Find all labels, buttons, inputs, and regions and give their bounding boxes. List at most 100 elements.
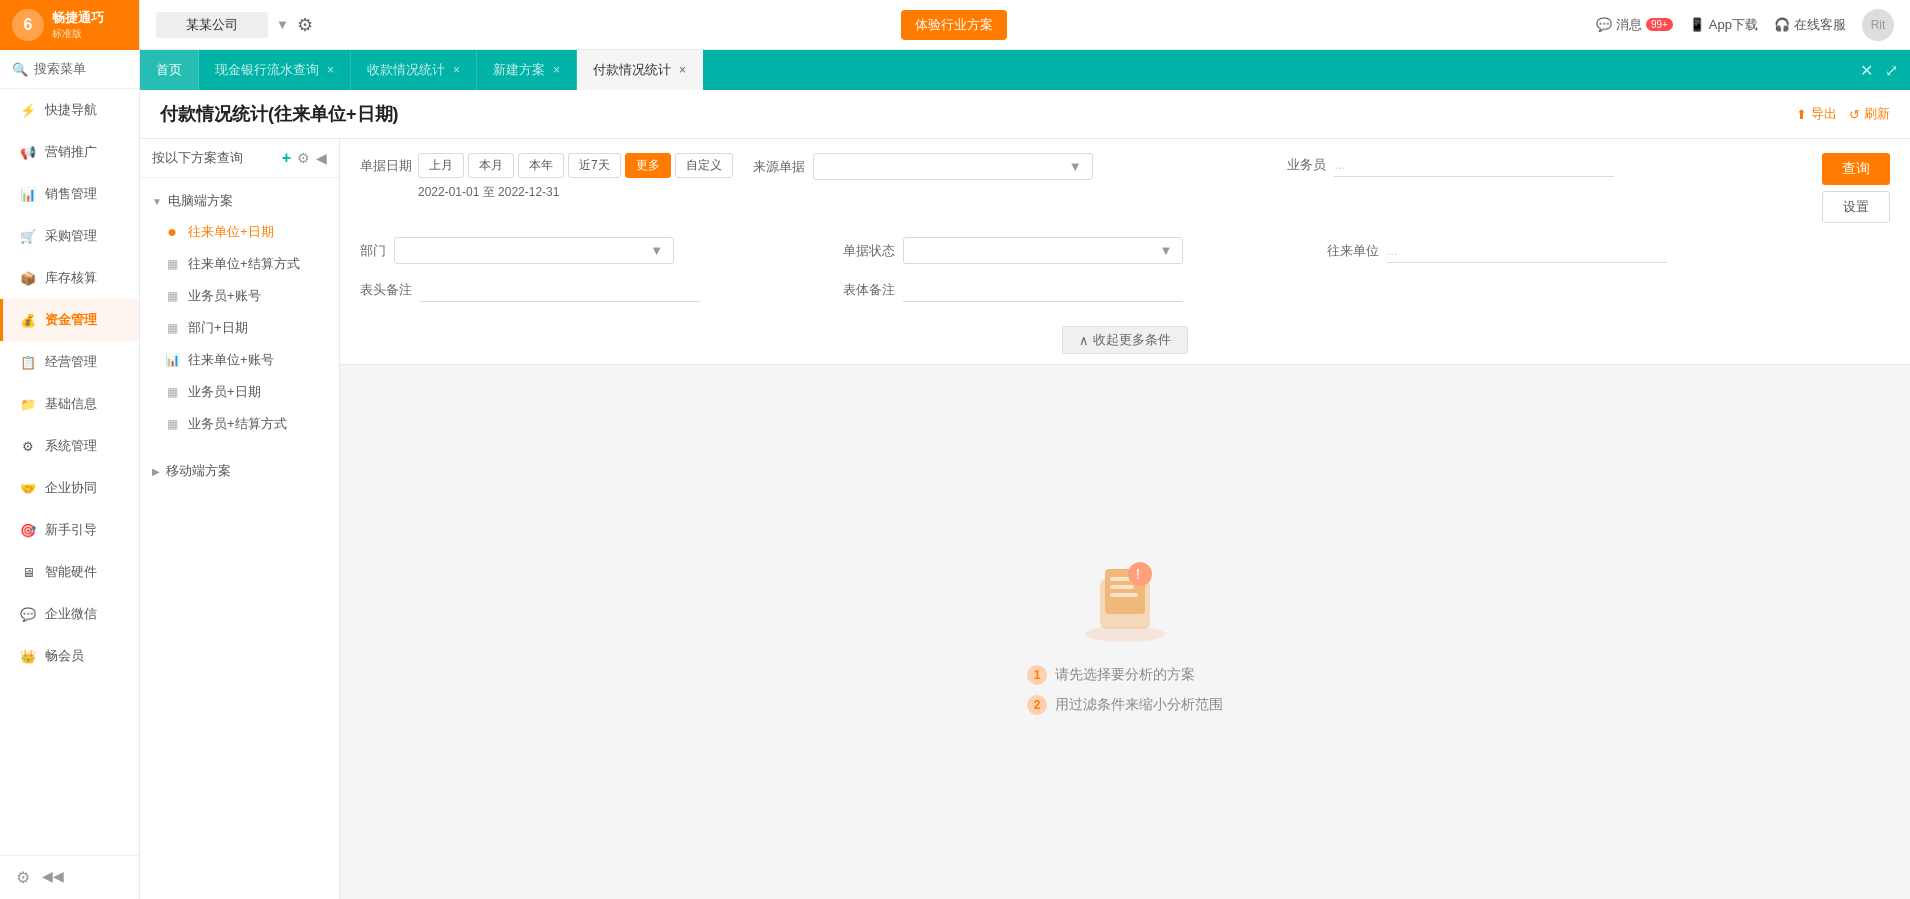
- sidebar-item-finance[interactable]: 💰 资金管理: [0, 299, 139, 341]
- scheme-item-salesman-account[interactable]: ▦ 业务员+账号: [140, 280, 339, 312]
- mobile-section-header[interactable]: ▶ 移动端方案: [140, 456, 339, 486]
- tab-bank[interactable]: 现金银行流水查询 ×: [199, 50, 351, 90]
- notifications-item[interactable]: 💬 消息 99+: [1596, 16, 1673, 34]
- date-btn-last-7-days[interactable]: 近7天: [568, 153, 621, 178]
- tab-receipt[interactable]: 收款情况统计 ×: [351, 50, 477, 90]
- scheme-add-icon[interactable]: +: [282, 149, 291, 167]
- scheme-item-icon-5: ▦: [164, 384, 180, 400]
- basic-icon: 📁: [19, 395, 37, 413]
- scheme-item-icon-1: ▦: [164, 256, 180, 272]
- dept-select[interactable]: ▼: [394, 237, 674, 264]
- date-btn-this-year[interactable]: 本年: [518, 153, 564, 178]
- purchase-icon: 🛒: [19, 227, 37, 245]
- sidebar-item-wechat[interactable]: 💬 企业微信: [0, 593, 139, 635]
- salesman-input[interactable]: ...: [1334, 153, 1614, 177]
- mobile-section-label: 移动端方案: [166, 462, 231, 480]
- svg-rect-4: [1110, 585, 1134, 589]
- sidebar-search[interactable]: 🔍 搜索菜单: [0, 50, 139, 89]
- sidebar-item-system[interactable]: ⚙ 系统管理: [0, 425, 139, 467]
- sidebar-item-enterprise[interactable]: 🤝 企业协同: [0, 467, 139, 509]
- scheme-collapse-icon[interactable]: ◀: [316, 150, 327, 166]
- tab-payment[interactable]: 付款情况统计 ×: [577, 50, 703, 90]
- shortcuts-icon: ⚡: [19, 101, 37, 119]
- wechat-icon: 💬: [19, 605, 37, 623]
- topbar-settings-icon[interactable]: ⚙: [297, 14, 313, 36]
- logo-name: 畅捷通巧: [52, 9, 104, 27]
- filter-settings-button[interactable]: 设置: [1822, 191, 1890, 223]
- trial-button[interactable]: 体验行业方案: [901, 10, 1007, 40]
- tab-expand-icon[interactable]: ⤢: [1885, 61, 1898, 80]
- user-avatar[interactable]: Rit: [1862, 9, 1894, 41]
- date-btn-custom[interactable]: 自定义: [675, 153, 733, 178]
- member-icon: 👑: [19, 647, 37, 665]
- source-doc-filter: 来源单据 ▼: [753, 153, 1268, 180]
- query-button[interactable]: 查询: [1822, 153, 1890, 185]
- page-header: 付款情况统计(往来单位+日期) ⬆ 导出 ↺ 刷新: [140, 90, 1910, 139]
- date-btn-more[interactable]: 更多: [625, 153, 671, 178]
- scheme-item-counterparty-date[interactable]: ● 往来单位+日期: [140, 216, 339, 248]
- payment-tab-close[interactable]: ×: [679, 63, 686, 77]
- scheme-item-counterparty-account[interactable]: 📊 往来单位+账号: [140, 344, 339, 376]
- table-header-note-label: 表头备注: [360, 281, 412, 299]
- doc-status-select[interactable]: ▼: [903, 237, 1183, 264]
- sidebar-footer: ⚙ ◀◀: [0, 855, 139, 899]
- sidebar-item-purchase[interactable]: 🛒 采购管理: [0, 215, 139, 257]
- source-doc-select[interactable]: ▼: [813, 153, 1093, 180]
- sidebar-item-marketing[interactable]: 📢 营销推广: [0, 131, 139, 173]
- scheme-item-salesman-settlement[interactable]: ▦ 业务员+结算方式: [140, 408, 339, 440]
- sidebar-item-inventory[interactable]: 📦 库存核算: [0, 257, 139, 299]
- sidebar-item-sales[interactable]: 📊 销售管理: [0, 173, 139, 215]
- sidebar-item-shortcuts[interactable]: ⚡ 快捷导航: [0, 89, 139, 131]
- operation-icon: 📋: [19, 353, 37, 371]
- tab-home[interactable]: 首页: [140, 50, 199, 90]
- date-buttons: 上月 本月 本年 近7天 更多 自定义: [418, 153, 733, 178]
- dept-label: 部门: [360, 242, 386, 260]
- sidebar-item-operation[interactable]: 📋 经营管理: [0, 341, 139, 383]
- table-body-note-input[interactable]: [903, 278, 1183, 302]
- export-button[interactable]: ⬆ 导出: [1796, 105, 1837, 123]
- sidebar-nav: ⚡ 快捷导航 📢 营销推广 📊 销售管理 🛒 采购管理 📦 库存核算 💰: [0, 89, 139, 855]
- finance-icon: 💰: [19, 311, 37, 329]
- sidebar-item-member[interactable]: 👑 畅会员: [0, 635, 139, 677]
- filter-rows: 单据日期 上月 本月 本年 近7天 更多 自定义: [340, 139, 1910, 302]
- new-scheme-tab-close[interactable]: ×: [553, 63, 560, 77]
- doc-status-arrow: ▼: [1159, 243, 1172, 258]
- refresh-button[interactable]: ↺ 刷新: [1849, 105, 1890, 123]
- tab-close-all-icon[interactable]: ✕: [1860, 61, 1873, 80]
- date-btn-last-month[interactable]: 上月: [418, 153, 464, 178]
- counterparty-input[interactable]: ...: [1387, 239, 1667, 263]
- sidebar-item-guide[interactable]: 🎯 新手引导: [0, 509, 139, 551]
- table-header-note-input[interactable]: [420, 278, 700, 302]
- footer-collapse-icon[interactable]: ◀◀: [42, 868, 64, 887]
- online-service-item[interactable]: 🎧 在线客服: [1774, 16, 1846, 34]
- empty-step-2: 2 用过滤条件来缩小分析范围: [1027, 695, 1223, 715]
- date-btn-this-month[interactable]: 本月: [468, 153, 514, 178]
- scheme-item-counterparty-settlement[interactable]: ▦ 往来单位+结算方式: [140, 248, 339, 280]
- bank-tab-close[interactable]: ×: [327, 63, 334, 77]
- sales-icon: 📊: [19, 185, 37, 203]
- home-tab-label: 首页: [156, 61, 182, 79]
- step-2-text: 用过滤条件来缩小分析范围: [1055, 696, 1223, 714]
- source-doc-label: 来源单据: [753, 158, 805, 176]
- tab-new-scheme[interactable]: 新建方案 ×: [477, 50, 577, 90]
- footer-settings-icon[interactable]: ⚙: [16, 868, 30, 887]
- export-icon: ⬆: [1796, 107, 1807, 122]
- sidebar-item-basic[interactable]: 📁 基础信息: [0, 383, 139, 425]
- scheme-item-dept-date[interactable]: ▦ 部门+日期: [140, 312, 339, 344]
- topbar: 某某公司 ▼ ⚙ 体验行业方案 💬 消息 99+ 📱 App下载 🎧: [140, 0, 1910, 50]
- collapse-button[interactable]: ∧ 收起更多条件: [1062, 326, 1188, 354]
- refresh-icon: ↺: [1849, 107, 1860, 122]
- step-1-num: 1: [1027, 665, 1047, 685]
- query-actions: 查询 设置: [1822, 153, 1890, 223]
- enterprise-icon: 🤝: [19, 479, 37, 497]
- scheme-settings-icon[interactable]: ⚙: [297, 150, 310, 166]
- search-label: 搜索菜单: [34, 60, 86, 78]
- company-dropdown-icon[interactable]: ▼: [276, 17, 289, 32]
- app-download-item[interactable]: 📱 App下载: [1689, 16, 1758, 34]
- sidebar-item-hardware[interactable]: 🖥 智能硬件: [0, 551, 139, 593]
- table-body-note-filter: 表体备注: [843, 278, 1306, 302]
- scheme-item-salesman-date[interactable]: ▦ 业务员+日期: [140, 376, 339, 408]
- desktop-section-header[interactable]: ▼ 电脑端方案: [140, 186, 339, 216]
- receipt-tab-close[interactable]: ×: [453, 63, 460, 77]
- inventory-icon: 📦: [19, 269, 37, 287]
